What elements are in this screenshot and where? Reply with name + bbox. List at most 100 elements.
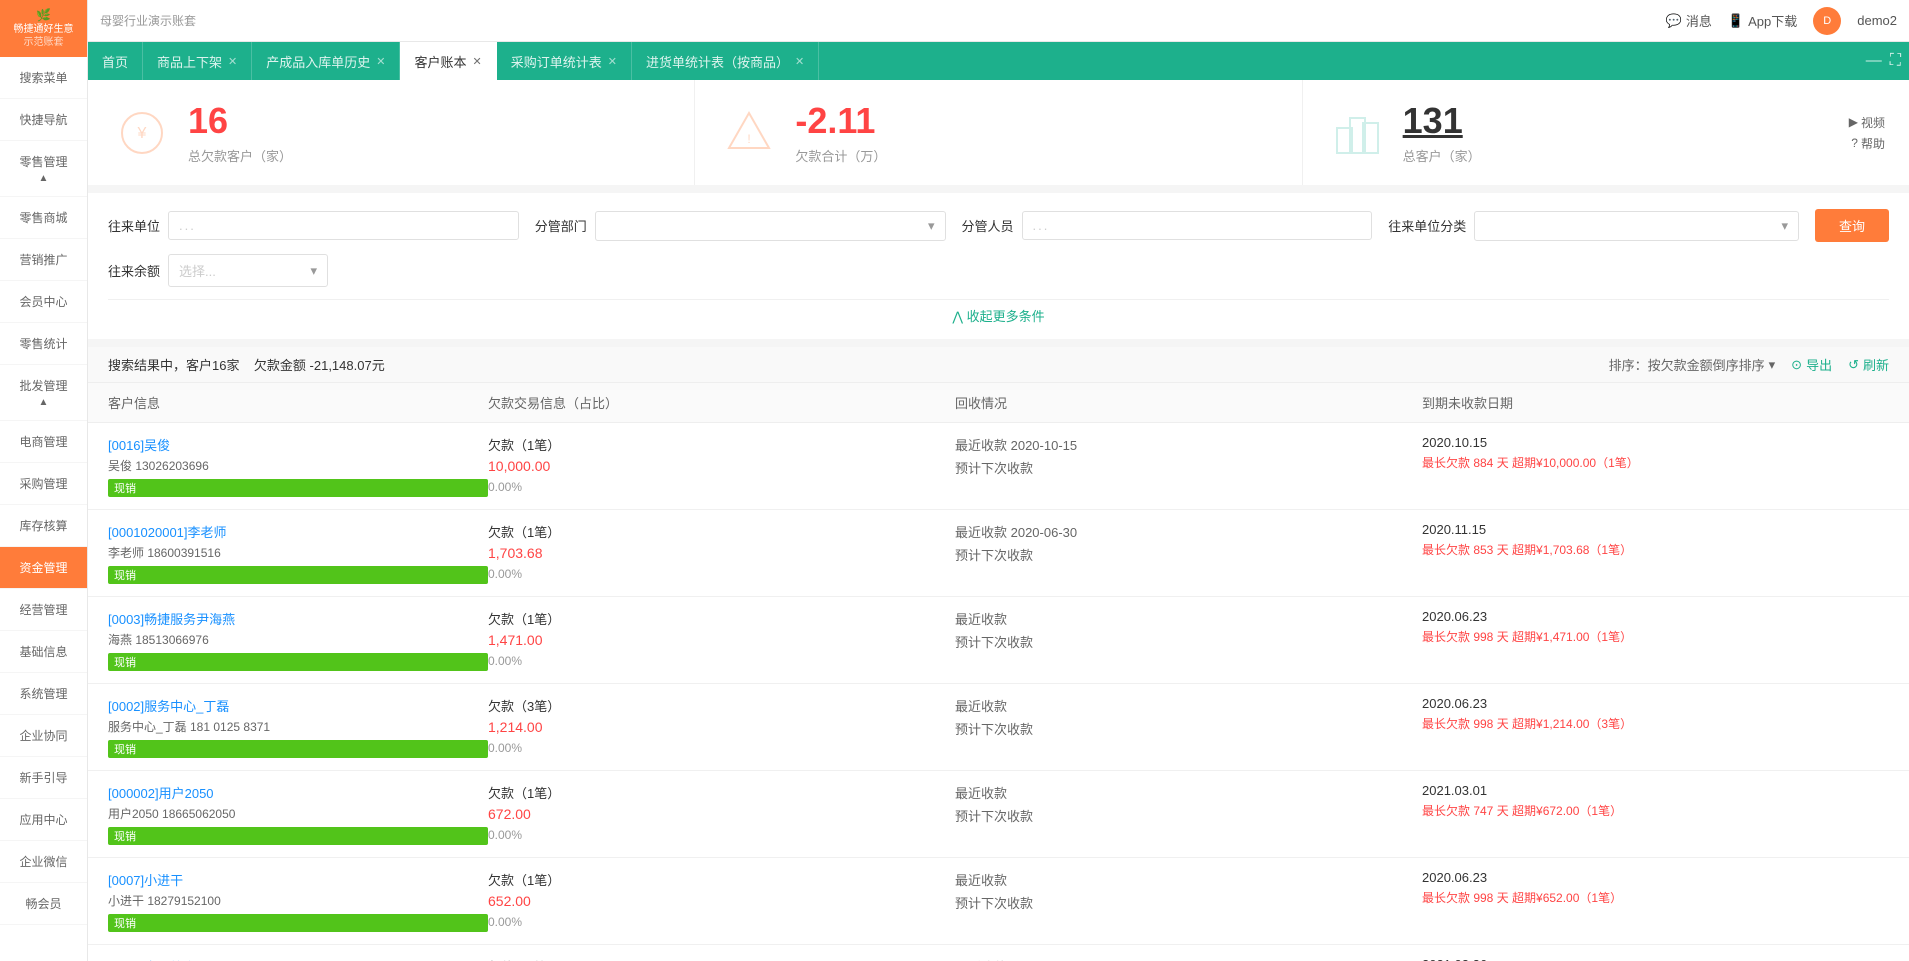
customer-name-link-1[interactable]: [0001020001]李老师 <box>108 522 488 541</box>
sidebar-item-finance[interactable]: 资金管理 <box>0 547 87 589</box>
customer-name-link-4[interactable]: [000002]用户2050 <box>108 783 488 802</box>
overdue-amount-link-4[interactable]: 超期¥672.00（1笔） <box>1512 804 1622 818</box>
sidebar-item-basic-info[interactable]: 基础信息 <box>0 631 87 673</box>
overdue-amount-link-1[interactable]: 超期¥1,703.68（1笔） <box>1512 543 1632 557</box>
tab-close-products[interactable]: ✕ <box>228 55 237 68</box>
customer-name-link-5[interactable]: [0007]小进干 <box>108 870 488 889</box>
overdue-amount-link-5[interactable]: 超期¥652.00（1笔） <box>1512 891 1622 905</box>
tab-purchase-orders[interactable]: 采购订单统计表 ✕ <box>497 42 632 80</box>
customer-name-link-6[interactable]: [0006]去下粮仓 <box>108 957 488 961</box>
sidebar-item-system-mgmt[interactable]: 系统管理 <box>0 673 87 715</box>
customer-tag-5: 现销 <box>108 914 488 932</box>
tab-close-customer-accounts[interactable]: ✕ <box>473 55 482 68</box>
recovery-info-1: 最近收款 2020-06-30 预计下次收款 <box>955 522 1422 564</box>
source-unit-label: 往来单位 <box>108 216 160 235</box>
debt-amount-1: 1,703.68 <box>488 545 955 561</box>
sidebar-item-batch-mgmt[interactable]: 批发管理▲ <box>0 365 87 421</box>
sidebar-item-label: 批发管理 <box>19 377 67 394</box>
table-header: 客户信息 欠款交易信息（占比） 回收情况 到期未收款日期 <box>88 383 1909 423</box>
sidebar-item-quick-nav[interactable]: 快捷导航 <box>0 99 87 141</box>
due-info-4: 2021.03.01 最长欠款 747 天 超期¥672.00（1笔） <box>1422 783 1889 819</box>
next-collection-1: 预计下次收款 <box>955 545 1422 564</box>
sidebar-logo[interactable]: 🌿 畅捷通好生意 示范账套 <box>0 0 87 57</box>
help-action-btn[interactable]: ? 帮助 <box>1851 135 1885 152</box>
tabs-container: 首页商品上下架✕产成品入库单历史✕客户账本✕采购订单统计表✕进货单统计表（按商品… <box>88 42 819 80</box>
sidebar-item-operations[interactable]: 经营管理 <box>0 589 87 631</box>
sort-button[interactable]: 排序：按欠款金额倒序排序 ▾ <box>1609 355 1776 374</box>
sidebar-item-member-center[interactable]: 会员中心 <box>0 281 87 323</box>
tab-close-purchase-orders[interactable]: ✕ <box>608 55 617 68</box>
stat-card-total-customers: 131 总客户（家） ▶ 视频 ? 帮助 <box>1303 80 1909 185</box>
tab-production[interactable]: 产成品入库单历史✕ <box>252 42 400 80</box>
balance-select[interactable]: 选择... ▾ <box>168 254 328 287</box>
filter-row-2: 往来余额 选择... ▾ <box>108 254 1889 287</box>
sidebar-item-purchase-mgmt[interactable]: 采购管理 <box>0 463 87 505</box>
division-chevron: ▾ <box>928 218 935 234</box>
overdue-amount-link-0[interactable]: 超期¥10,000.00（1笔） <box>1512 456 1639 470</box>
video-action-btn[interactable]: ▶ 视频 <box>1849 114 1885 131</box>
tab-close-production[interactable]: ✕ <box>376 55 385 68</box>
sidebar-item-enterprise-wechat[interactable]: 企业微信 <box>0 841 87 883</box>
source-unit-input[interactable]: ... <box>168 211 519 240</box>
customer-name-link-2[interactable]: [0003]畅捷服务尹海燕 <box>108 609 488 628</box>
sidebar-item-member-vip[interactable]: 畅会员 <box>0 883 87 925</box>
sidebar-item-marketing[interactable]: 营销推广 <box>0 239 87 281</box>
overdue-amount-link-2[interactable]: 超期¥1,471.00（1笔） <box>1512 630 1632 644</box>
sidebar-item-enterprise-collab[interactable]: 企业协同 <box>0 715 87 757</box>
results-info: 搜索结果中，客户16家 欠款金额 -21,148.07元 <box>108 355 385 374</box>
sidebar-item-ecommerce[interactable]: 电商管理 <box>0 421 87 463</box>
app-download-btn[interactable]: 📱 App下载 <box>1728 11 1797 30</box>
tab-close-inventory-stats[interactable]: ✕ <box>795 55 804 68</box>
svg-text:!: ! <box>748 132 751 146</box>
overdue-amount-link-3[interactable]: 超期¥1,214.00（3笔） <box>1512 717 1632 731</box>
due-date-0: 2020.10.15 <box>1422 435 1889 450</box>
tabs-bar: 首页商品上下架✕产成品入库单历史✕客户账本✕采购订单统计表✕进货单统计表（按商品… <box>88 42 1909 80</box>
tab-home[interactable]: 首页 <box>88 42 143 80</box>
tab-products[interactable]: 商品上下架✕ <box>143 42 252 80</box>
sidebar-item-label: 资金管理 <box>19 559 67 576</box>
due-date-2: 2020.06.23 <box>1422 609 1889 624</box>
username-label: demo2 <box>1857 13 1897 28</box>
tab-label-purchase-orders: 采购订单统计表 <box>511 52 602 71</box>
data-table: 客户信息 欠款交易信息（占比） 回收情况 到期未收款日期 [0016]吴俊 吴俊… <box>88 383 1909 961</box>
tabs-maximize-icon[interactable]: ⛶ <box>1890 52 1901 70</box>
message-icon: 💬 <box>1666 13 1682 29</box>
customer-name-link-3[interactable]: [0002]服务中心_丁磊 <box>108 696 488 715</box>
customer-info-2: [0003]畅捷服务尹海燕 海燕 18513066976 现销 <box>108 609 488 671</box>
tab-inventory-stats[interactable]: 进货单统计表（按商品）✕ <box>632 42 819 80</box>
customer-name-link-0[interactable]: [0016]吴俊 <box>108 435 488 454</box>
division-select[interactable]: ▾ <box>595 211 946 241</box>
sidebar-item-inventory[interactable]: 库存核算 <box>0 505 87 547</box>
manager-input[interactable]: ... <box>1022 211 1373 240</box>
topbar-industry: 母婴行业演示账套 <box>100 12 196 29</box>
message-btn[interactable]: 💬 消息 <box>1666 11 1712 30</box>
sidebar-item-search[interactable]: 搜索菜单 <box>0 57 87 99</box>
video-icon: ▶ <box>1849 115 1858 129</box>
unit-class-chevron: ▾ <box>1781 218 1788 234</box>
customer-phone-3: 服务中心_丁磊 181 0125 8371 <box>108 718 488 735</box>
tabs-minimize-icon[interactable]: — <box>1866 52 1882 70</box>
export-button[interactable]: ⊙ 导出 <box>1791 355 1832 374</box>
main-content: ¥ 16 总欠款客户（家） ! -2.11 欠款合计（万） <box>88 80 1909 961</box>
sidebar-item-retail-mgmt[interactable]: 零售管理▲ <box>0 141 87 197</box>
search-button[interactable]: 查询 <box>1815 209 1889 242</box>
user-avatar[interactable]: D <box>1813 7 1841 35</box>
sidebar-item-app-center[interactable]: 应用中心 <box>0 799 87 841</box>
sidebar-item-retail-mall[interactable]: 零售商城 <box>0 197 87 239</box>
debt-info-0: 欠款（1笔） 10,000.00 0.00% <box>488 435 955 494</box>
sidebar-item-label: 快捷导航 <box>19 111 67 128</box>
filter-source-unit: 往来单位 ... <box>108 211 519 240</box>
debt-info-5: 欠款（1笔） 652.00 0.00% <box>488 870 955 929</box>
sidebar-item-label: 搜索菜单 <box>19 69 67 86</box>
sidebar-item-label: 应用中心 <box>19 811 67 828</box>
due-info-1: 2020.11.15 最长欠款 853 天 超期¥1,703.68（1笔） <box>1422 522 1889 558</box>
sidebar-item-new-guide[interactable]: 新手引导 <box>0 757 87 799</box>
unit-class-select[interactable]: ▾ <box>1474 211 1799 241</box>
tab-customer-accounts[interactable]: 客户账本✕ <box>400 42 496 80</box>
refresh-button[interactable]: ↺ 刷新 <box>1848 355 1889 374</box>
balance-chevron: ▾ <box>310 263 317 279</box>
filter-collapse-btn[interactable]: ⋀ 收起更多条件 <box>108 299 1889 331</box>
sidebar-item-retail-stats[interactable]: 零售统计 <box>0 323 87 365</box>
results-actions: 排序：按欠款金额倒序排序 ▾ ⊙ 导出 ↺ 刷新 <box>1609 355 1889 374</box>
filter-section: 往来单位 ... 分管部门 ▾ 分管人员 ... <box>88 193 1909 339</box>
